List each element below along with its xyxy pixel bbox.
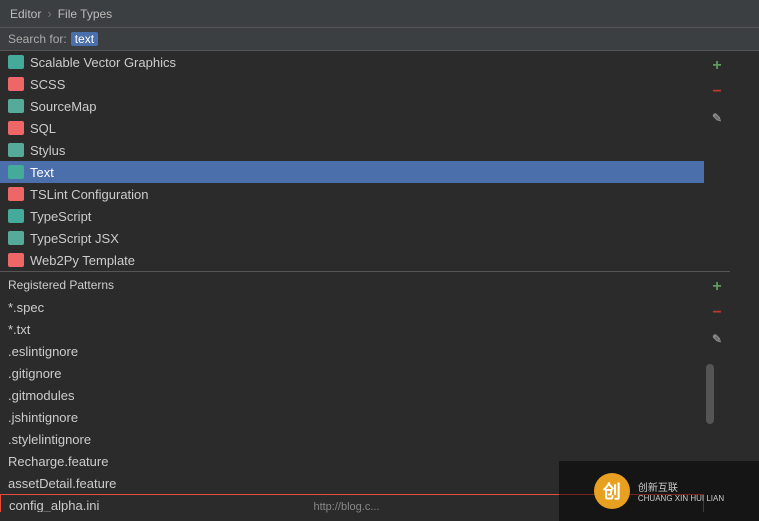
watermark: 创 创新互联 CHUANG XIN HUI LIAN bbox=[559, 461, 759, 521]
watermark-line2: CHUANG XIN HUI LIAN bbox=[638, 494, 724, 503]
watermark-icon: 创 bbox=[603, 478, 621, 504]
file-type-item[interactable]: SCSS bbox=[0, 73, 704, 95]
file-type-item[interactable]: SQL bbox=[0, 117, 704, 139]
file-type-item[interactable]: Scalable Vector Graphics bbox=[0, 51, 704, 73]
pattern-label: *.txt bbox=[8, 322, 30, 337]
file-types-right-panel: + − ✎ bbox=[704, 51, 730, 271]
remove-file-type-button[interactable]: − bbox=[706, 81, 728, 103]
pattern-item[interactable]: .eslintignore bbox=[0, 340, 704, 362]
watermark-url: http://blog.c... bbox=[313, 501, 379, 513]
file-type-icon bbox=[8, 77, 24, 91]
file-type-icon bbox=[8, 121, 24, 135]
file-types-actions: + − ✎ bbox=[704, 51, 730, 271]
patterns-actions: + − ✎ bbox=[704, 272, 730, 354]
file-types-panel: Scalable Vector Graphics SCSS SourceMap SQL… bbox=[0, 51, 730, 512]
file-type-icon bbox=[8, 165, 24, 179]
file-type-label: TypeScript JSX bbox=[30, 231, 119, 246]
pattern-label: *.spec bbox=[8, 300, 44, 315]
editor-label: Editor bbox=[10, 7, 41, 21]
pattern-item[interactable]: .jshintignore bbox=[0, 406, 704, 428]
pattern-label: .gitmodules bbox=[8, 388, 74, 403]
pattern-label: .stylelintignore bbox=[8, 432, 91, 447]
file-type-label: TypeScript bbox=[30, 209, 91, 224]
file-type-label: SourceMap bbox=[30, 99, 96, 114]
file-type-label: Web2Py Template bbox=[30, 253, 135, 268]
file-type-label: SQL bbox=[30, 121, 56, 136]
file-type-icon bbox=[8, 99, 24, 113]
file-type-icon bbox=[8, 209, 24, 223]
search-bar: Search for: text bbox=[0, 28, 759, 51]
pattern-label: .eslintignore bbox=[8, 344, 78, 359]
file-type-icon bbox=[8, 253, 24, 267]
file-type-label: TSLint Configuration bbox=[30, 187, 149, 202]
file-type-label: Stylus bbox=[30, 143, 65, 158]
pattern-item[interactable]: .gitmodules bbox=[0, 384, 704, 406]
watermark-line1: 创新互联 bbox=[638, 479, 724, 494]
search-value[interactable]: text bbox=[71, 32, 98, 46]
file-type-item[interactable]: TSLint Configuration bbox=[0, 183, 704, 205]
title-bar: Editor › File Types bbox=[0, 0, 759, 28]
pattern-label: assetDetail.feature bbox=[8, 476, 116, 491]
edit-pattern-button[interactable]: ✎ bbox=[706, 328, 728, 350]
file-type-item[interactable]: Text bbox=[0, 161, 704, 183]
file-type-label: SCSS bbox=[30, 77, 65, 92]
pattern-item[interactable]: *.txt bbox=[0, 318, 704, 340]
file-types-section: Scalable Vector Graphics SCSS SourceMap SQL… bbox=[0, 51, 730, 272]
file-type-item[interactable]: SourceMap bbox=[0, 95, 704, 117]
file-type-item[interactable]: TypeScript JSX bbox=[0, 227, 704, 249]
remove-pattern-button[interactable]: − bbox=[706, 302, 728, 324]
pattern-item[interactable]: .gitignore bbox=[0, 362, 704, 384]
file-type-item[interactable]: Web2Py Template bbox=[0, 249, 704, 271]
file-type-label: Text bbox=[30, 165, 54, 180]
content-area: Scalable Vector Graphics SCSS SourceMap SQL… bbox=[0, 51, 759, 512]
pattern-item[interactable]: .stylelintignore bbox=[0, 428, 704, 450]
watermark-logo: 创 bbox=[594, 473, 630, 509]
add-pattern-button[interactable]: + bbox=[706, 276, 728, 298]
file-type-item[interactable]: TypeScript bbox=[0, 205, 704, 227]
edit-file-type-button[interactable]: ✎ bbox=[706, 107, 728, 129]
file-types-list: Scalable Vector Graphics SCSS SourceMap SQL… bbox=[0, 51, 704, 271]
file-type-icon bbox=[8, 231, 24, 245]
patterns-section-title: Registered Patterns bbox=[0, 272, 704, 296]
search-label: Search for: bbox=[8, 32, 67, 46]
breadcrumb-separator: › bbox=[47, 6, 51, 21]
pattern-label: .jshintignore bbox=[8, 410, 78, 425]
pattern-label: config_alpha.ini bbox=[9, 498, 99, 513]
watermark-text-block: 创新互联 CHUANG XIN HUI LIAN bbox=[638, 479, 724, 503]
file-types-label: File Types bbox=[58, 7, 112, 21]
file-type-icon bbox=[8, 55, 24, 69]
file-type-icon bbox=[8, 187, 24, 201]
file-type-icon bbox=[8, 143, 24, 157]
pattern-label: .gitignore bbox=[8, 366, 61, 381]
pattern-label: Recharge.feature bbox=[8, 454, 108, 469]
add-file-type-button[interactable]: + bbox=[706, 55, 728, 77]
file-type-item[interactable]: Stylus bbox=[0, 139, 704, 161]
file-type-label: Scalable Vector Graphics bbox=[30, 55, 176, 70]
pattern-item[interactable]: *.spec bbox=[0, 296, 704, 318]
